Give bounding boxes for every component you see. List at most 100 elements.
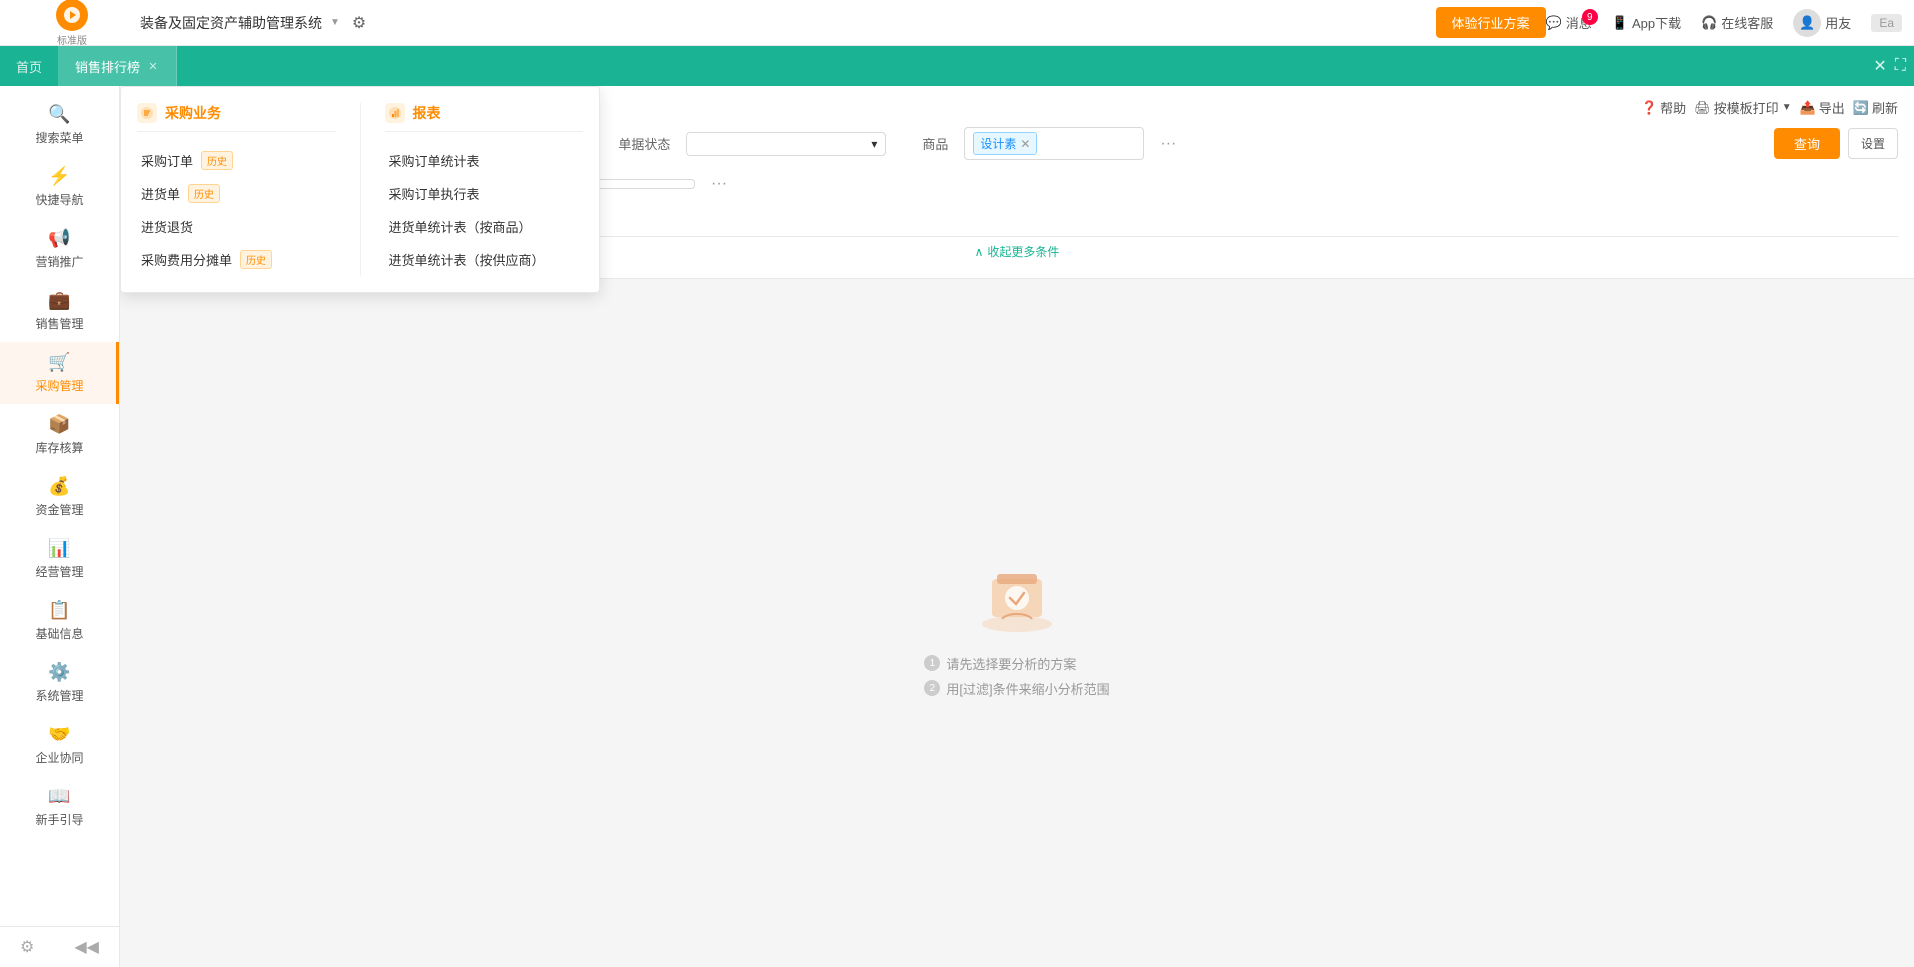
- report-menu-column: 报表 采购订单统计表 采购订单执行表 进货单统计表（按商品） 进货单统计表（按供…: [385, 103, 584, 276]
- message-btn[interactable]: 💬 消息 9: [1546, 13, 1592, 32]
- sidebar-bottom: ⚙ ◀◀: [0, 926, 119, 967]
- main-layout: 🔍 搜索菜单 ⚡ 快捷导航 📢 营销推广 💼 销售管理 🛒 采购管理 📦 库存核…: [0, 86, 1914, 967]
- sales-icon: 💼: [48, 290, 70, 311]
- sidebar-marketing-label: 营销推广: [35, 253, 83, 270]
- online-service-btn[interactable]: 🎧 在线客服: [1701, 13, 1773, 32]
- finance-icon: 💰: [48, 476, 70, 497]
- version-label: Ea: [1871, 14, 1902, 32]
- tab-home-label: 首页: [16, 57, 42, 76]
- tab-close-icon[interactable]: ✕: [146, 59, 160, 73]
- headset-icon: 🎧: [1701, 15, 1717, 31]
- online-service-label: 在线客服: [1721, 13, 1773, 32]
- system-dropdown-arrow[interactable]: ▼: [330, 17, 340, 28]
- guide-icon: 📖: [48, 786, 70, 807]
- sidebar-system-label: 系统管理: [35, 687, 83, 704]
- sidebar-purchase-label: 采购管理: [35, 377, 83, 394]
- trial-btn[interactable]: 体验行业方案: [1436, 7, 1546, 38]
- sidebar-config-icon[interactable]: ⚙: [20, 937, 34, 957]
- sidebar-item-operations[interactable]: 📊 经营管理: [0, 528, 119, 590]
- menu-item-purchase-order-stat[interactable]: 采购订单统计表: [385, 144, 584, 177]
- menu-divider: [360, 103, 361, 276]
- sidebar-item-cooperation[interactable]: 🤝 企业协同: [0, 714, 119, 776]
- purchase-menu-column: 采购业务 采购订单 历史 进货单 历史 进货退货 采购费用分摊单: [137, 103, 336, 276]
- operations-icon: 📊: [48, 538, 70, 559]
- user-label: 用友: [1825, 13, 1851, 32]
- basics-icon: 📋: [48, 600, 70, 621]
- message-icon: 💬: [1546, 15, 1562, 31]
- menu-item-inbound-stat-goods[interactable]: 进货单统计表（按商品）: [385, 210, 584, 243]
- sidebar-item-guide[interactable]: 📖 新手引导: [0, 776, 119, 838]
- menu-item-inbound-stat-supplier[interactable]: 进货单统计表（按供应商）: [385, 243, 584, 276]
- sidebar-finance-label: 资金管理: [35, 501, 83, 518]
- system-name: 装备及固定资产辅助管理系统: [140, 13, 322, 33]
- topbar-right: 💬 消息 9 📱 App下载 🎧 在线客服 👤 用友 Ea: [1546, 9, 1902, 37]
- dropdown-overlay: 采购业务 采购订单 历史 进货单 历史 进货退货 采购费用分摊单: [120, 86, 1914, 967]
- report-col-icon: [385, 103, 405, 123]
- purchase-order-exec-label: 采购订单执行表: [389, 184, 480, 203]
- purchase-col-label: 采购业务: [165, 103, 221, 123]
- sidebar-item-finance[interactable]: 💰 资金管理: [0, 466, 119, 528]
- search-icon: 🔍: [48, 104, 70, 125]
- marketing-icon: 📢: [48, 228, 70, 249]
- tab-close-all-icon[interactable]: ✕: [1873, 56, 1886, 76]
- purchase-col-header: 采购业务: [137, 103, 336, 132]
- inbound-history-tag: 历史: [188, 184, 220, 203]
- tab-fullscreen-icon[interactable]: ⛶: [1895, 57, 1906, 75]
- inventory-icon: 📦: [48, 414, 70, 435]
- phone-icon: 📱: [1612, 15, 1628, 31]
- report-col-label: 报表: [413, 103, 441, 123]
- message-badge: 9: [1582, 9, 1598, 25]
- logo-icon: [56, 0, 88, 31]
- topbar: 标准版 装备及固定资产辅助管理系统 ▼ ⚙ 体验行业方案 💬 消息 9 📱 Ap…: [0, 0, 1914, 46]
- sidebar-item-inventory[interactable]: 📦 库存核算: [0, 404, 119, 466]
- active-indicator: [116, 342, 119, 404]
- inbound-stat-supplier-label: 进货单统计表（按供应商）: [389, 250, 545, 269]
- quicknav-icon: ⚡: [48, 166, 70, 187]
- report-col-header: 报表: [385, 103, 584, 132]
- purchase-order-history-tag: 历史: [201, 151, 233, 170]
- sidebar-item-basics[interactable]: 📋 基础信息: [0, 590, 119, 652]
- menu-item-inbound-return[interactable]: 进货退货: [137, 210, 336, 243]
- tab-home[interactable]: 首页: [0, 46, 59, 86]
- sidebar-guide-label: 新手引导: [35, 811, 83, 828]
- sidebar-inventory-label: 库存核算: [35, 439, 83, 456]
- system-icon: ⚙️: [48, 662, 70, 683]
- system-title: 装备及固定资产辅助管理系统 ▼ ⚙: [140, 13, 1424, 33]
- purchase-order-stat-label: 采购订单统计表: [389, 151, 480, 170]
- menu-item-inbound[interactable]: 进货单 历史: [137, 177, 336, 210]
- sidebar-basics-label: 基础信息: [35, 625, 83, 642]
- purchase-expense-history-tag: 历史: [240, 250, 272, 269]
- inbound-label: 进货单: [141, 184, 180, 203]
- menu-item-purchase-order[interactable]: 采购订单 历史: [137, 144, 336, 177]
- tab-sales-ranking-label: 销售排行榜: [75, 57, 140, 76]
- inbound-return-label: 进货退货: [141, 217, 193, 236]
- logo-area: 标准版: [12, 0, 132, 47]
- avatar: 👤: [1793, 9, 1821, 37]
- sidebar-item-purchase[interactable]: 🛒 采购管理: [0, 342, 119, 404]
- app-download-btn[interactable]: 📱 App下载: [1612, 13, 1681, 32]
- tabbar: 首页 销售排行榜 ✕ ✕ ⛶: [0, 46, 1914, 86]
- sidebar-operations-label: 经营管理: [35, 563, 83, 580]
- sidebar: 🔍 搜索菜单 ⚡ 快捷导航 📢 营销推广 💼 销售管理 🛒 采购管理 📦 库存核…: [0, 86, 120, 967]
- tab-sales-ranking[interactable]: 销售排行榜 ✕: [59, 46, 177, 86]
- inbound-stat-goods-label: 进货单统计表（按商品）: [389, 217, 532, 236]
- logo-text: 标准版: [57, 32, 87, 47]
- sidebar-search-label: 搜索菜单: [35, 129, 83, 146]
- sidebar-item-system[interactable]: ⚙️ 系统管理: [0, 652, 119, 714]
- sidebar-item-sales[interactable]: 💼 销售管理: [0, 280, 119, 342]
- settings-icon[interactable]: ⚙: [352, 13, 366, 33]
- user-btn[interactable]: 👤 用友: [1793, 9, 1851, 37]
- sidebar-item-search[interactable]: 🔍 搜索菜单: [0, 94, 119, 156]
- menu-item-purchase-expense[interactable]: 采购费用分摊单 历史: [137, 243, 336, 276]
- sidebar-sales-label: 销售管理: [35, 315, 83, 332]
- purchase-icon: 🛒: [48, 352, 70, 373]
- menu-item-purchase-order-exec[interactable]: 采购订单执行表: [385, 177, 584, 210]
- sidebar-collapse-icon[interactable]: ◀◀: [74, 937, 99, 957]
- sidebar-item-marketing[interactable]: 📢 营销推广: [0, 218, 119, 280]
- purchase-order-label: 采购订单: [141, 151, 193, 170]
- sidebar-quicknav-label: 快捷导航: [35, 191, 83, 208]
- content-area: ❓ 帮助 🖨 按模板打印 ▼ 📤 导出 🔄 刷新: [120, 86, 1914, 967]
- purchase-expense-label: 采购费用分摊单: [141, 250, 232, 269]
- sidebar-cooperation-label: 企业协同: [35, 749, 83, 766]
- sidebar-item-quicknav[interactable]: ⚡ 快捷导航: [0, 156, 119, 218]
